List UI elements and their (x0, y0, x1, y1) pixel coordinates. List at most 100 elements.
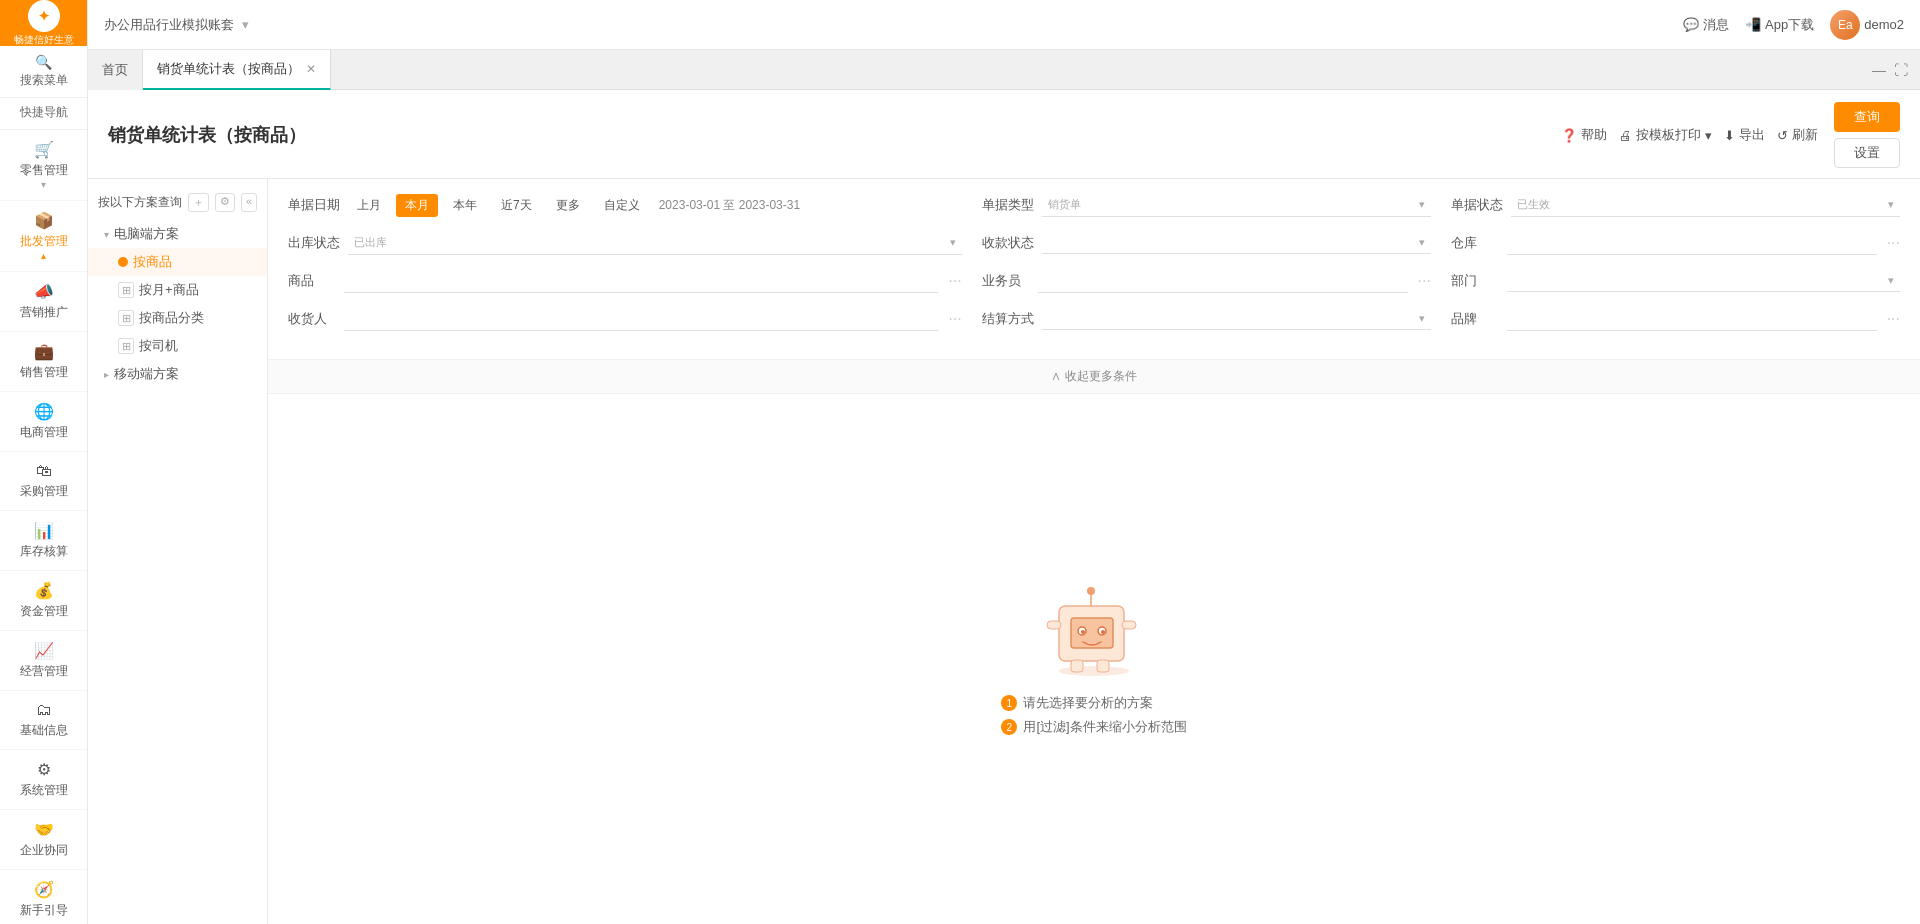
filter-row-3: 商品 ··· 业务员 ··· 部门 (288, 269, 1900, 293)
date-range-value: 2023-03-01 至 2023-03-31 (659, 197, 800, 214)
receipt-label: 收款状态 (982, 234, 1034, 252)
workspace-dropdown-icon[interactable]: ▾ (242, 17, 249, 32)
type-dropdown-icon: ▾ (1419, 198, 1425, 211)
add-scheme-icon[interactable]: ＋ (188, 193, 209, 212)
tree-item-by-goods[interactable]: 按商品 (88, 248, 267, 276)
window-minimize-icon[interactable]: — (1872, 62, 1886, 78)
active-dot-icon (118, 257, 128, 267)
date-this-year[interactable]: 本年 (444, 194, 486, 217)
hint2-num: 2 (1001, 719, 1017, 735)
filter-row-2: 出库状态 已出库 ▾ 收款状态 ▾ (288, 231, 1900, 255)
collapse-panel-icon[interactable]: « (241, 193, 257, 212)
collapse-bar[interactable]: ∧ 收起更多条件 (268, 359, 1920, 393)
collapse-label: ∧ 收起更多条件 (1051, 369, 1136, 383)
receiver-input[interactable] (344, 307, 938, 331)
print-icon: 🖨 (1619, 128, 1632, 143)
topbar-left: 办公用品行业模拟账套 ▾ (104, 16, 249, 34)
date-custom[interactable]: 自定义 (595, 194, 649, 217)
sidebar-item-ecommerce[interactable]: 🌐 电商管理 (0, 392, 87, 452)
sidebar-item-marketing[interactable]: 📣 营销推广 (0, 272, 87, 332)
sidebar-item-label: 销售管理 (20, 364, 68, 381)
sidebar-item-wholesale[interactable]: 📦 批发管理 ▴ (0, 201, 87, 272)
sidebar-item-sales[interactable]: 💼 销售管理 (0, 332, 87, 392)
avatar: Ea (1830, 10, 1860, 40)
dept-select[interactable]: ▾ (1507, 270, 1900, 292)
goods-dots-icon[interactable]: ··· (948, 272, 961, 290)
sidebar-item-inventory[interactable]: 📊 库存核算 (0, 511, 87, 571)
brand-dots-icon[interactable]: ··· (1887, 310, 1900, 328)
quick-nav[interactable]: 快捷导航 (0, 98, 87, 130)
salesperson-dots-icon[interactable]: ··· (1418, 272, 1431, 290)
date-filter: 上月 本月 本年 近7天 更多 自定义 2023-03-01 至 2023-03… (348, 194, 962, 217)
page-title: 销货单统计表（按商品） (108, 123, 306, 147)
sidebar-item-purchase[interactable]: 🛍 采购管理 (0, 452, 87, 511)
settings-button[interactable]: 设置 (1834, 138, 1900, 168)
date-7days[interactable]: 近7天 (492, 194, 541, 217)
export-btn[interactable]: ⬇ 导出 (1724, 126, 1765, 144)
warehouse-dots-icon[interactable]: ··· (1887, 234, 1900, 252)
sidebar-item-label: 新手引导 (20, 902, 68, 919)
filter-row-4: 收货人 ··· 结算方式 ▾ 品牌 (288, 307, 1900, 331)
sidebar-item-operations[interactable]: 📈 经营管理 (0, 631, 87, 691)
message-label: 消息 (1703, 16, 1729, 34)
topbar: 办公用品行业模拟账套 ▾ 💬 消息 📲 App下载 Ea demo2 (88, 0, 1920, 50)
stock-out-select[interactable]: 已出库 ▾ (348, 231, 962, 255)
sidebar-item-guide[interactable]: 🧭 新手引导 (0, 870, 87, 924)
receiver-dots-icon[interactable]: ··· (948, 310, 961, 328)
stock-out-value: 已出库 (354, 235, 387, 250)
salesperson-input[interactable] (1038, 269, 1408, 293)
user-label: demo2 (1864, 17, 1904, 32)
tab-close-icon[interactable]: ✕ (306, 62, 316, 76)
help-btn[interactable]: ❓ 帮助 (1561, 126, 1607, 144)
tab-home[interactable]: 首页 (88, 50, 143, 90)
tree-collapse-icon: ▸ (104, 369, 109, 380)
filter-cell-receipt: 收款状态 ▾ (982, 232, 1431, 254)
date-prev-month[interactable]: 上月 (348, 194, 390, 217)
grid-icon-3: ⊞ (118, 338, 134, 354)
query-button[interactable]: 查询 (1834, 102, 1900, 132)
svg-rect-9 (1047, 621, 1061, 629)
tree-section-label-mobile: 移动端方案 (114, 365, 179, 383)
tree-item-by-driver[interactable]: ⊞ 按司机 (88, 332, 267, 360)
sidebar-item-label: 资金管理 (20, 603, 68, 620)
sidebar-item-label: 经营管理 (20, 663, 68, 680)
date-this-month[interactable]: 本月 (396, 194, 438, 217)
filter-cell-type: 单据类型 销货单 ▾ (982, 193, 1431, 217)
template-print-btn[interactable]: 🖨 按模板打印 ▾ (1619, 126, 1712, 144)
sidebar-item-label: 系统管理 (20, 782, 68, 799)
print-dropdown-icon[interactable]: ▾ (1705, 128, 1712, 143)
type-label: 单据类型 (982, 196, 1034, 214)
empty-state-container: 1 请先选择要分析的方案 2 用[过滤]条件来缩小分析范围 (268, 394, 1920, 924)
filter-cell-payment: 结算方式 ▾ (982, 308, 1431, 330)
tree-item-by-category[interactable]: ⊞ 按商品分类 (88, 304, 267, 332)
tree-mobile-section[interactable]: ▸ 移动端方案 (88, 360, 267, 388)
tab-sales[interactable]: 销货单统计表（按商品） ✕ (143, 50, 331, 90)
tabs-bar: 首页 销货单统计表（按商品） ✕ — ⛶ (88, 50, 1920, 90)
user-btn[interactable]: Ea demo2 (1830, 10, 1904, 40)
receipt-select[interactable]: ▾ (1042, 232, 1431, 254)
type-select[interactable]: 销货单 ▾ (1042, 193, 1431, 217)
sidebar-item-basic[interactable]: 🗂 基础信息 (0, 691, 87, 750)
tab-home-label: 首页 (102, 61, 128, 79)
sidebar-item-enterprise[interactable]: 🤝 企业协同 (0, 810, 87, 870)
svg-rect-12 (1097, 660, 1109, 672)
sidebar-item-finance[interactable]: 💰 资金管理 (0, 571, 87, 631)
message-btn[interactable]: 💬 消息 (1683, 16, 1729, 34)
tree-item-by-month-goods[interactable]: ⊞ 按月+商品 (88, 276, 267, 304)
payment-select[interactable]: ▾ (1042, 308, 1431, 330)
date-more[interactable]: 更多 (547, 194, 589, 217)
goods-input[interactable] (344, 269, 938, 293)
warehouse-input[interactable] (1507, 231, 1877, 255)
brand-input[interactable] (1507, 307, 1877, 331)
search-menu[interactable]: 🔍 搜索菜单 (0, 46, 87, 98)
app-download-btn[interactable]: 📲 App下载 (1745, 16, 1814, 34)
status-select[interactable]: 已生效 ▾ (1511, 193, 1900, 217)
window-maximize-icon[interactable]: ⛶ (1894, 62, 1908, 78)
refresh-btn[interactable]: ↺ 刷新 (1777, 126, 1818, 144)
receiver-label: 收货人 (288, 310, 336, 328)
sidebar-item-system[interactable]: ⚙ 系统管理 (0, 750, 87, 810)
tree-pc-section[interactable]: ▾ 电脑端方案 (88, 220, 267, 248)
settings-scheme-icon[interactable]: ⚙ (215, 193, 235, 212)
payment-dropdown-icon: ▾ (1419, 312, 1425, 325)
sidebar-item-retail[interactable]: 🛒 零售管理 ▾ (0, 130, 87, 201)
